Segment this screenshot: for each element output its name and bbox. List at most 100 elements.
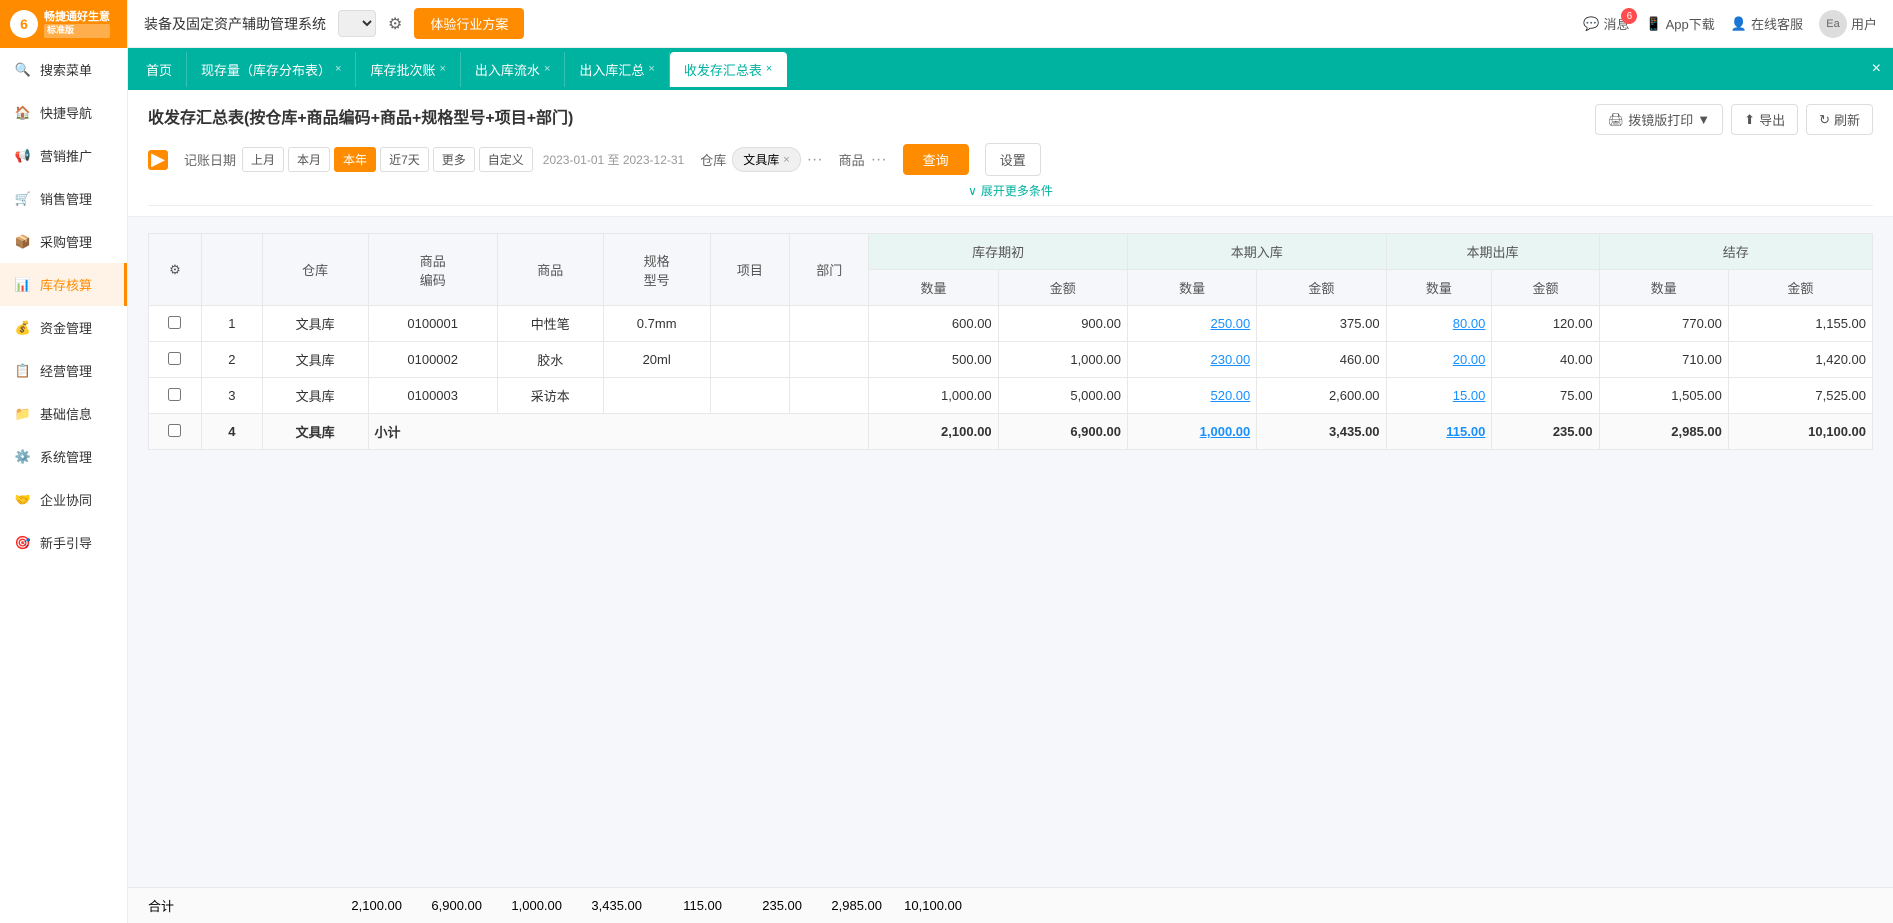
date-btn-this-year[interactable]: 本年 — [334, 147, 376, 172]
sidebar-item-label: 库存核算 — [40, 275, 92, 294]
opening-qty-header: 数量 — [869, 270, 998, 306]
tab-close-icon[interactable]: × — [544, 63, 550, 75]
tabbar-close-button[interactable]: × — [1864, 60, 1889, 78]
system-icon: ⚙️ — [14, 448, 32, 466]
tab-close-icon[interactable]: × — [648, 63, 654, 75]
online-service-item[interactable]: 👤 在线客服 — [1731, 14, 1803, 33]
goods-filter: 商品 ··· — [839, 150, 887, 169]
set-button[interactable]: 设置 — [985, 143, 1041, 176]
sidebar-item-inventory[interactable]: 📊 库存核算 — [0, 263, 127, 306]
sidebar-item-label: 系统管理 — [40, 447, 92, 466]
date-range: 2023-01-01 至 2023-12-31 — [543, 151, 684, 168]
logo-text: 畅捷通好生意 标准版 — [44, 10, 110, 38]
tab-close-icon[interactable]: × — [439, 63, 445, 75]
page-actions: 🖨 拨镜版打印 ▼ ⬆ 导出 ↻ 刷新 — [1595, 104, 1873, 135]
marketing-icon: 📢 — [14, 147, 32, 165]
refresh-button[interactable]: ↻ 刷新 — [1806, 104, 1873, 135]
trial-button[interactable]: 体验行业方案 — [414, 8, 524, 39]
settings-col-header[interactable]: ⚙ — [149, 234, 202, 306]
sidebar-item-search[interactable]: 🔍 搜索菜单 — [0, 48, 127, 91]
sidebar-logo: 6 畅捷通好生意 标准版 — [0, 0, 127, 48]
app-subtitle: 标准版 — [44, 24, 110, 38]
subtotal-out-qty[interactable]: 115.00 — [1386, 414, 1492, 450]
footer-in-amt: 3,435.00 — [568, 898, 648, 913]
chevron-down-icon: ∨ — [968, 184, 977, 198]
opening-amt-header: 金额 — [998, 270, 1127, 306]
table-group-header-row: ⚙ 仓库 商品编码 商品 规格型号 项目 部门 库存期初 本期入库 本期出库 结… — [149, 234, 1873, 270]
warehouse-label: 仓库 — [700, 150, 726, 169]
export-button[interactable]: ⬆ 导出 — [1731, 104, 1798, 135]
tab-recv-send[interactable]: 收发存汇总表 × — [670, 52, 787, 87]
sidebar-item-system[interactable]: ⚙️ 系统管理 — [0, 435, 127, 478]
user-item[interactable]: Ea 用户 — [1819, 10, 1877, 38]
row3-in-qty[interactable]: 520.00 — [1127, 378, 1256, 414]
gear-icon[interactable]: ⚙ — [388, 14, 402, 34]
notification-item[interactable]: 💬 消息 6 — [1583, 14, 1629, 33]
date-btn-custom[interactable]: 自定义 — [479, 147, 533, 172]
table-row: 3 文具库 0100003 采访本 1,000.00 5,000.00 520.… — [149, 378, 1873, 414]
filter-area: ▶ 记账日期 上月 本月 本年 近7天 更多 自定义 2023-01-01 至 … — [148, 143, 1873, 206]
row3-out-qty[interactable]: 15.00 — [1386, 378, 1492, 414]
date-btn-last-month[interactable]: 上月 — [242, 147, 284, 172]
sidebar-item-purchase[interactable]: 📦 采购管理 — [0, 220, 127, 263]
sidebar-item-base[interactable]: 📁 基础信息 — [0, 392, 127, 435]
system-select[interactable] — [338, 10, 376, 37]
subtotal-checkbox[interactable] — [149, 414, 202, 450]
sidebar-item-quick-nav[interactable]: 🏠 快捷导航 — [0, 91, 127, 134]
row2-out-qty[interactable]: 20.00 — [1386, 342, 1492, 378]
row3-spec — [603, 378, 710, 414]
print-icon: 🖨 — [1608, 112, 1625, 128]
sidebar-item-sales[interactable]: 🛒 销售管理 — [0, 177, 127, 220]
warehouse-tag-close[interactable]: × — [783, 154, 789, 166]
sidebar-item-label: 资金管理 — [40, 318, 92, 337]
row2-checkbox[interactable] — [149, 342, 202, 378]
row2-in-qty[interactable]: 230.00 — [1127, 342, 1256, 378]
tab-flow[interactable]: 出入库流水 × — [461, 52, 565, 87]
tab-close-active-icon[interactable]: × — [766, 63, 772, 75]
in-qty-header: 数量 — [1127, 270, 1256, 306]
sidebar-item-label: 搜索菜单 — [40, 60, 92, 79]
warehouse-tag[interactable]: 文具库 × — [732, 147, 800, 172]
app-name: 畅捷通好生意 — [44, 10, 110, 24]
sidebar-item-marketing[interactable]: 📢 营销推广 — [0, 134, 127, 177]
row1-checkbox[interactable] — [149, 306, 202, 342]
row1-in-qty[interactable]: 250.00 — [1127, 306, 1256, 342]
dept-col-header: 部门 — [790, 234, 869, 306]
sidebar-item-finance[interactable]: 💰 资金管理 — [0, 306, 127, 349]
expand-more-button[interactable]: ∨ 展开更多条件 — [148, 176, 1873, 205]
row1-closing-qty: 770.00 — [1599, 306, 1728, 342]
warehouse-more-dots[interactable]: ··· — [807, 151, 823, 169]
collab-icon: 🤝 — [14, 491, 32, 509]
collapse-button[interactable]: ▶ — [148, 150, 168, 170]
date-filter-label: 记账日期 — [184, 150, 236, 169]
row1-out-qty[interactable]: 80.00 — [1386, 306, 1492, 342]
notification-badge: 6 — [1621, 8, 1637, 24]
date-btn-7days[interactable]: 近7天 — [380, 147, 429, 172]
tab-stock-dist[interactable]: 现存量（库存分布表） × — [187, 52, 356, 87]
sidebar-item-collab[interactable]: 🤝 企业协同 — [0, 478, 127, 521]
row3-checkbox[interactable] — [149, 378, 202, 414]
footer-values: 2,100.00 6,900.00 1,000.00 3,435.00 115.… — [328, 898, 1873, 913]
sidebar-item-guide[interactable]: 🎯 新手引导 — [0, 521, 127, 564]
print-button[interactable]: 🖨 拨镜版打印 ▼ — [1595, 104, 1723, 135]
row1-opening-amt: 900.00 — [998, 306, 1127, 342]
subtotal-out-amt: 235.00 — [1492, 414, 1599, 450]
date-btn-this-month[interactable]: 本月 — [288, 147, 330, 172]
tab-batch[interactable]: 库存批次账 × — [356, 52, 460, 87]
date-btn-more[interactable]: 更多 — [433, 147, 475, 172]
table-row: 2 文具库 0100002 胶水 20ml 500.00 1,000.00 23… — [149, 342, 1873, 378]
app-download-item[interactable]: 📱 App下载 — [1645, 14, 1714, 33]
subtotal-opening-qty: 2,100.00 — [869, 414, 998, 450]
query-button[interactable]: 查询 — [903, 144, 969, 175]
row2-spec: 20ml — [603, 342, 710, 378]
goods-more-dots[interactable]: ··· — [871, 151, 887, 169]
date-filter: 记账日期 上月 本月 本年 近7天 更多 自定义 2023-01-01 至 20… — [184, 147, 684, 172]
sidebar-item-operations[interactable]: 📋 经营管理 — [0, 349, 127, 392]
tab-home[interactable]: 首页 — [132, 52, 187, 87]
subtotal-in-qty[interactable]: 1,000.00 — [1127, 414, 1256, 450]
tab-summary[interactable]: 出入库汇总 × — [565, 52, 669, 87]
tab-close-icon[interactable]: × — [335, 63, 341, 75]
page-header: 收发存汇总表(按仓库+商品编码+商品+规格型号+项目+部门) 🖨 拨镜版打印 ▼… — [128, 90, 1893, 217]
finance-icon: 💰 — [14, 319, 32, 337]
sidebar-item-label: 采购管理 — [40, 232, 92, 251]
